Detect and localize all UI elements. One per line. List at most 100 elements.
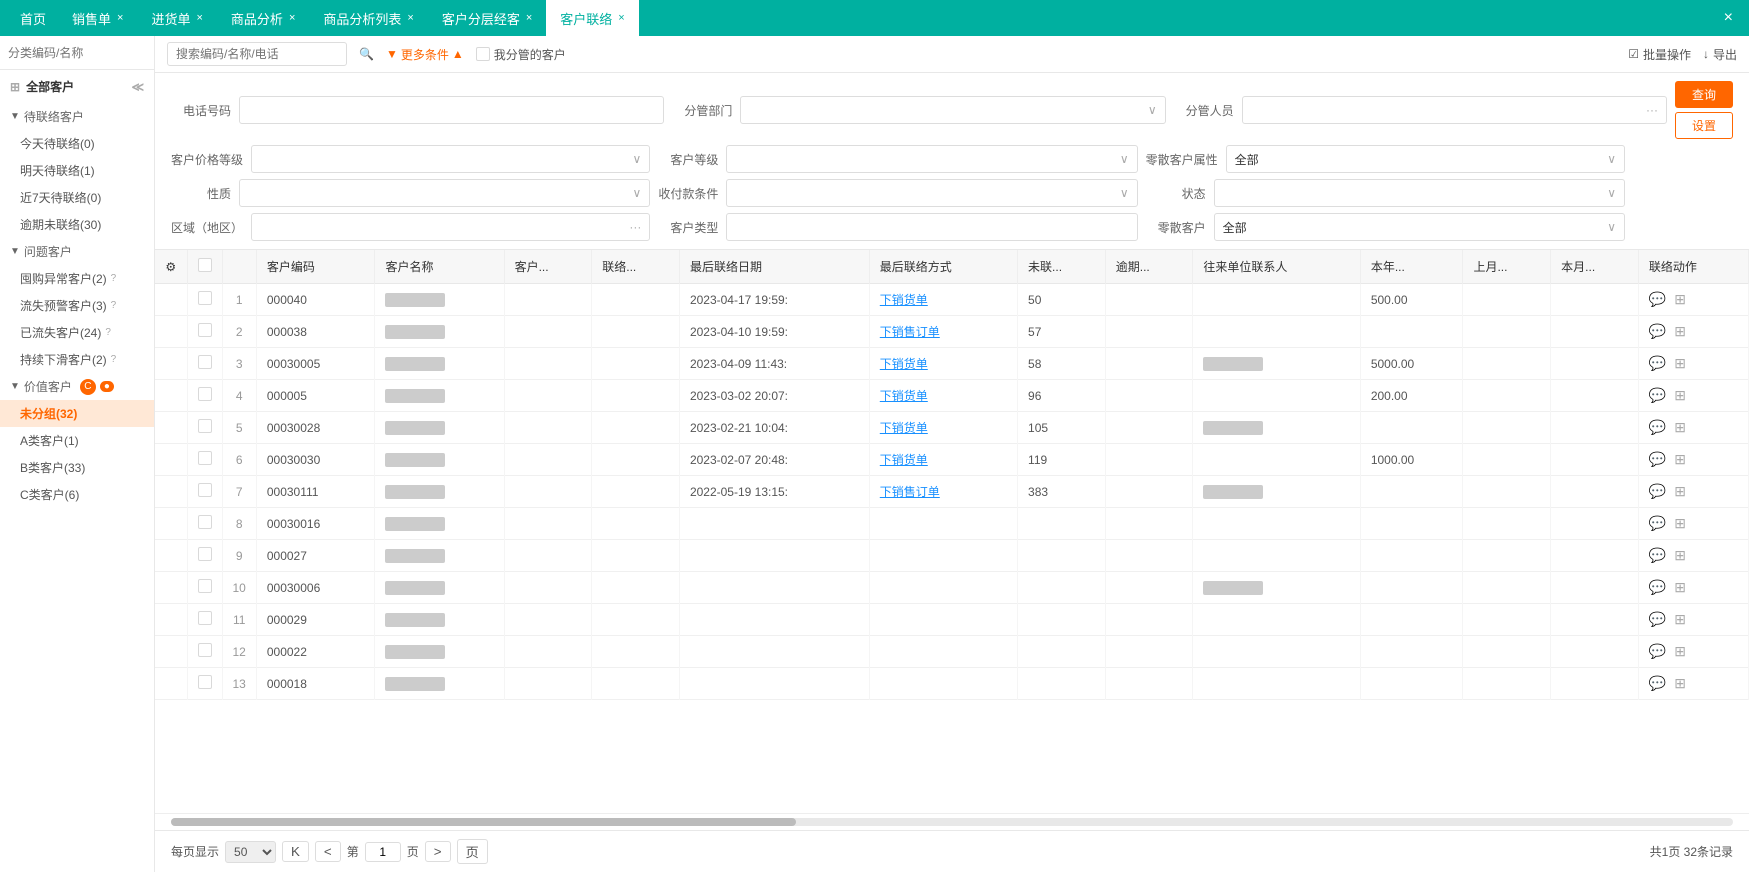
chat-icon[interactable]: 💬 <box>1649 675 1666 692</box>
chat-icon[interactable]: 💬 <box>1649 291 1666 308</box>
chat-icon[interactable]: 💬 <box>1649 611 1666 628</box>
close-window-button[interactable]: × <box>1716 9 1741 27</box>
grid-action-icon[interactable]: ⊞ <box>1674 355 1686 372</box>
horizontal-scrollbar[interactable] <box>155 813 1749 830</box>
sidebar-item-unsorted[interactable]: 未分组(32) <box>0 400 154 427</box>
grid-action-icon[interactable]: ⊞ <box>1674 291 1686 308</box>
tab-customer-segment[interactable]: 客户分层经客 × <box>428 0 546 36</box>
chat-icon[interactable]: 💬 <box>1649 387 1666 404</box>
sidebar-item-abnormal-purchase[interactable]: 囤购异常客户(2) ? <box>0 265 154 292</box>
payment-input[interactable]: ∨ <box>726 179 1137 207</box>
row-checkbox[interactable] <box>187 508 222 540</box>
contact-method-link[interactable]: 下销货单 <box>880 293 928 307</box>
close-tab-customer-contact[interactable]: × <box>618 12 624 24</box>
status-input[interactable]: ∨ <box>1214 179 1625 207</box>
row-checkbox[interactable] <box>187 636 222 668</box>
pending-group-header[interactable]: ▼ 待联络客户 <box>0 103 154 130</box>
search-input[interactable] <box>167 42 347 66</box>
customer-type-input[interactable] <box>726 213 1137 241</box>
dept-input[interactable]: ∨ <box>740 96 1165 124</box>
my-customers-toggle[interactable]: 我分管的客户 <box>476 46 566 63</box>
chat-icon[interactable]: 💬 <box>1649 323 1666 340</box>
sidebar-item-churned[interactable]: 已流失客户(24) ? <box>0 319 154 346</box>
all-customers-label[interactable]: 全部客户 <box>26 78 74 95</box>
row-checkbox[interactable] <box>187 604 222 636</box>
chat-icon[interactable]: 💬 <box>1649 515 1666 532</box>
contact-method-link[interactable]: 下销售订单 <box>880 325 940 339</box>
price-level-input[interactable]: ∨ <box>251 145 650 173</box>
grid-action-icon[interactable]: ⊞ <box>1674 419 1686 436</box>
sidebar-item-overdue-pending[interactable]: 逾期未联络(30) <box>0 211 154 238</box>
grid-action-icon[interactable]: ⊞ <box>1674 483 1686 500</box>
sidebar-item-class-a[interactable]: A类客户(1) <box>0 427 154 454</box>
customer-level-input[interactable]: ∨ <box>726 145 1137 173</box>
grid-action-icon[interactable]: ⊞ <box>1674 451 1686 468</box>
chat-icon[interactable]: 💬 <box>1649 547 1666 564</box>
row-checkbox[interactable] <box>187 476 222 508</box>
bulk-operation-button[interactable]: ☑ 批量操作 <box>1628 46 1691 63</box>
chat-icon[interactable]: 💬 <box>1649 419 1666 436</box>
region-input[interactable]: ··· <box>251 213 650 241</box>
my-customers-checkbox[interactable] <box>476 47 490 61</box>
sidebar-item-churn-warning[interactable]: 流失预警客户(3) ? <box>0 292 154 319</box>
reset-button[interactable]: 设置 <box>1675 112 1733 139</box>
sidebar-item-class-b[interactable]: B类客户(33) <box>0 454 154 481</box>
grid-action-icon[interactable]: ⊞ <box>1674 643 1686 660</box>
chat-icon[interactable]: 💬 <box>1649 483 1666 500</box>
sidebar-item-today-pending[interactable]: 今天待联络(0) <box>0 130 154 157</box>
contact-method-link[interactable]: 下销货单 <box>880 421 928 435</box>
export-button[interactable]: ↓ 导出 <box>1703 46 1737 63</box>
grid-action-icon[interactable]: ⊞ <box>1674 675 1686 692</box>
close-tab-sales[interactable]: × <box>117 12 123 24</box>
nature-input[interactable]: ∨ <box>239 179 650 207</box>
chat-icon[interactable]: 💬 <box>1649 643 1666 660</box>
value-group-header[interactable]: ▼ 价值客户 C ● <box>0 373 154 400</box>
prev-page-button[interactable]: < <box>315 841 341 862</box>
grid-action-icon[interactable]: ⊞ <box>1674 515 1686 532</box>
grid-action-icon[interactable]: ⊞ <box>1674 579 1686 596</box>
last-page-button[interactable]: 页 <box>457 839 488 864</box>
grid-action-icon[interactable]: ⊞ <box>1674 611 1686 628</box>
problem-group-header[interactable]: ▼ 问题客户 <box>0 238 154 265</box>
scatter-attr-input[interactable]: 全部 ∨ <box>1226 145 1625 173</box>
sidebar-item-declining[interactable]: 持续下滑客户(2) ? <box>0 346 154 373</box>
grid-action-icon[interactable]: ⊞ <box>1674 387 1686 404</box>
phone-input[interactable] <box>239 96 664 124</box>
row-checkbox[interactable] <box>187 540 222 572</box>
tab-customer-contact[interactable]: 客户联络 × <box>546 0 638 36</box>
first-page-button[interactable]: K <box>282 841 309 862</box>
tab-sales[interactable]: 销售单 × <box>58 0 137 36</box>
query-button[interactable]: 查询 <box>1675 81 1733 108</box>
sidebar-item-7day-pending[interactable]: 近7天待联络(0) <box>0 184 154 211</box>
grid-action-icon[interactable]: ⊞ <box>1674 323 1686 340</box>
scatter-customer-input[interactable]: 全部 ∨ <box>1214 213 1625 241</box>
column-gear[interactable]: ⚙ <box>155 250 187 284</box>
contact-method-link[interactable]: 下销货单 <box>880 357 928 371</box>
page-size-select[interactable]: 50 100 200 <box>225 841 276 863</box>
search-icon[interactable]: 🔍 <box>359 47 374 61</box>
tab-product-analysis[interactable]: 商品分析 × <box>217 0 309 36</box>
close-tab-product-analysis-list[interactable]: × <box>407 12 413 24</box>
home-button[interactable]: 首页 <box>8 9 58 28</box>
row-checkbox[interactable] <box>187 668 222 700</box>
contact-method-link[interactable]: 下销售订单 <box>880 485 940 499</box>
chat-icon[interactable]: 💬 <box>1649 355 1666 372</box>
row-checkbox[interactable] <box>187 380 222 412</box>
row-checkbox[interactable] <box>187 284 222 316</box>
row-checkbox[interactable] <box>187 412 222 444</box>
contact-method-link[interactable]: 下销货单 <box>880 453 928 467</box>
row-checkbox[interactable] <box>187 444 222 476</box>
tab-product-analysis-list[interactable]: 商品分析列表 × <box>309 0 427 36</box>
row-checkbox[interactable] <box>187 316 222 348</box>
close-tab-purchase[interactable]: × <box>196 12 202 24</box>
row-checkbox[interactable] <box>187 348 222 380</box>
tab-purchase[interactable]: 进货单 × <box>137 0 216 36</box>
row-checkbox[interactable] <box>187 572 222 604</box>
chat-icon[interactable]: 💬 <box>1649 579 1666 596</box>
manager-input[interactable]: ··· <box>1242 96 1667 124</box>
close-tab-customer-segment[interactable]: × <box>526 12 532 24</box>
column-checkbox[interactable] <box>187 250 222 284</box>
contact-method-link[interactable]: 下销货单 <box>880 389 928 403</box>
page-number-input[interactable] <box>365 842 401 862</box>
next-page-button[interactable]: > <box>425 841 451 862</box>
